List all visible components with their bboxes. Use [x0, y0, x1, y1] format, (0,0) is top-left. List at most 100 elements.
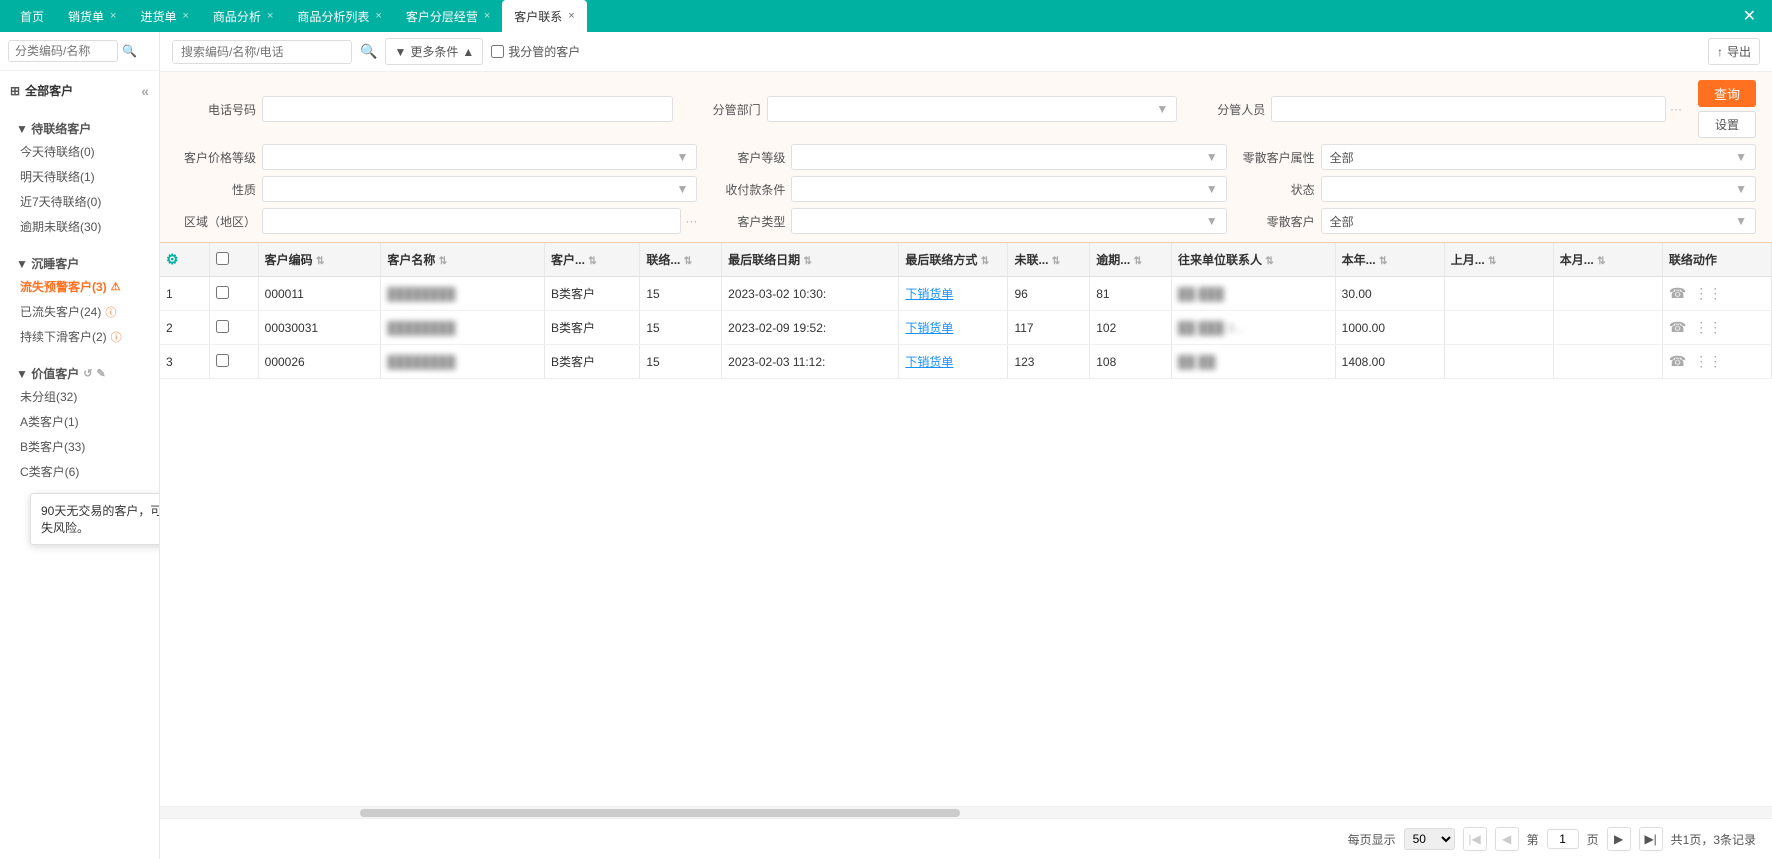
sidebar-item-7days[interactable]: 近7天待联络(0)	[0, 189, 159, 214]
tab-close-sales-order[interactable]: ×	[110, 10, 116, 22]
customer-level-select[interactable]: ▼	[791, 144, 1226, 170]
scroll-thumb[interactable]	[360, 809, 960, 817]
settings-button[interactable]: 设置	[1698, 111, 1756, 138]
filter-search-input[interactable]	[172, 40, 352, 64]
sort-code-icon[interactable]: ⇅	[316, 256, 324, 267]
th-last-method[interactable]: 最后联络方式 ⇅	[899, 243, 1008, 277]
sort-unlinked-icon[interactable]: ⇅	[1052, 256, 1060, 267]
tab-sales-order[interactable]: 销货单 ×	[56, 0, 128, 32]
phone-input[interactable]	[262, 96, 673, 122]
sidebar-item-tomorrow[interactable]: 明天待联络(1)	[0, 164, 159, 189]
tab-goods-analysis-list[interactable]: 商品分析列表 ×	[285, 0, 393, 32]
cell-method-0[interactable]: 下销货单	[899, 277, 1008, 311]
refresh-icon[interactable]: ↺	[83, 367, 92, 380]
my-customers-checkbox[interactable]	[491, 45, 504, 58]
first-page-btn[interactable]: |◀	[1463, 827, 1487, 851]
export-button[interactable]: ↑ 导出	[1708, 38, 1760, 65]
sort-contact-icon[interactable]: ⇅	[1265, 256, 1273, 267]
action-contact-icon-0[interactable]: ☎	[1669, 285, 1686, 302]
cell-method-1[interactable]: 下销货单	[899, 311, 1008, 345]
row-checkbox-2[interactable]	[216, 354, 229, 367]
query-button[interactable]: 查询	[1698, 80, 1756, 107]
sort-lastmon-icon[interactable]: ⇅	[1488, 256, 1496, 267]
sort-year-icon[interactable]: ⇅	[1379, 256, 1387, 267]
th-overdue[interactable]: 逾期... ⇅	[1090, 243, 1172, 277]
edit-icon[interactable]: ✎	[96, 367, 105, 380]
next-page-btn[interactable]: ▶	[1607, 827, 1631, 851]
filter-search-button[interactable]: 🔍	[360, 43, 377, 60]
sidebar-dormant-header[interactable]: ▼ 沉睡客户	[0, 251, 159, 274]
th-unlinked[interactable]: 未联... ⇅	[1008, 243, 1090, 277]
customer-type-select[interactable]: ▼	[791, 208, 1226, 234]
action-menu-icon-0[interactable]: ⋮⋮	[1694, 285, 1722, 302]
th-last-date[interactable]: 最后联络日期 ⇅	[722, 243, 899, 277]
tab-close-customer-contact[interactable]: ×	[568, 10, 574, 22]
manager-input[interactable]	[1271, 96, 1666, 122]
sort-date-icon[interactable]: ⇅	[804, 256, 812, 267]
action-contact-icon-2[interactable]: ☎	[1669, 353, 1686, 370]
th-code[interactable]: 客户编码 ⇅	[258, 243, 381, 277]
tab-goods-analysis[interactable]: 商品分析 ×	[201, 0, 285, 32]
payment-select[interactable]: ▼	[791, 176, 1226, 202]
sidebar-all-customers[interactable]: ⊞ 全部客户 «	[0, 77, 159, 104]
th-year-amount[interactable]: 本年... ⇅	[1335, 243, 1444, 277]
zero-customer-select[interactable]: 全部 ▼	[1321, 208, 1756, 234]
th-this-month[interactable]: 本月... ⇅	[1553, 243, 1662, 277]
cell-checkbox-0[interactable]	[209, 277, 258, 311]
sidebar-item-declining[interactable]: 持续下滑客户(2) ⓘ	[0, 324, 159, 349]
sidebar-item-overdue[interactable]: 逾期未联络(30)	[0, 214, 159, 239]
tab-purchase-order[interactable]: 进货单 ×	[128, 0, 200, 32]
action-contact-icon-1[interactable]: ☎	[1669, 319, 1686, 336]
area-dots[interactable]: ···	[685, 214, 697, 228]
tab-close-customer-segment[interactable]: ×	[484, 10, 490, 22]
sidebar-search-icon[interactable]: 🔍	[122, 44, 137, 58]
sidebar-value-header[interactable]: ▼ 价值客户 ↺ ✎	[0, 361, 159, 384]
th-link-count[interactable]: 联络... ⇅	[640, 243, 722, 277]
tab-home[interactable]: 首页	[8, 0, 56, 32]
action-menu-icon-1[interactable]: ⋮⋮	[1694, 319, 1722, 336]
cell-method-2[interactable]: 下销货单	[899, 345, 1008, 379]
tab-customer-segment[interactable]: 客户分层经营 ×	[394, 0, 502, 32]
filter-more-conditions[interactable]: ▼ 更多条件 ▲	[385, 38, 483, 65]
th-settings[interactable]: ⚙	[160, 243, 209, 277]
th-checkbox[interactable]	[209, 243, 258, 277]
per-page-select[interactable]: 50 100	[1404, 828, 1455, 850]
tab-close-goods-analysis[interactable]: ×	[267, 10, 273, 22]
sidebar-item-churn-warning[interactable]: 流失预警客户(3) ⚠	[0, 274, 159, 299]
sidebar-item-ungrouped[interactable]: 未分组(32)	[0, 384, 159, 409]
last-page-btn[interactable]: ▶|	[1639, 827, 1663, 851]
sidebar-item-c-class[interactable]: C类客户(6)	[0, 459, 159, 484]
my-customers-checkbox-label[interactable]: 我分管的客户	[491, 43, 580, 60]
sidebar-item-churned[interactable]: 已流失客户(24) ⓘ	[0, 299, 159, 324]
action-menu-icon-2[interactable]: ⋮⋮	[1694, 353, 1722, 370]
prev-page-btn[interactable]: ◀	[1495, 827, 1519, 851]
th-last-month[interactable]: 上月... ⇅	[1444, 243, 1553, 277]
tab-customer-contact[interactable]: 客户联系 ×	[502, 0, 586, 32]
sort-link-icon[interactable]: ⇅	[684, 256, 692, 267]
select-all-checkbox[interactable]	[216, 252, 229, 265]
sort-method-icon[interactable]: ⇅	[981, 256, 989, 267]
dept-select[interactable]: ▼	[767, 96, 1178, 122]
cell-checkbox-2[interactable]	[209, 345, 258, 379]
cell-checkbox-1[interactable]	[209, 311, 258, 345]
th-name[interactable]: 客户名称 ⇅	[381, 243, 545, 277]
th-contact[interactable]: 往来单位联系人 ⇅	[1172, 243, 1336, 277]
sidebar-item-today[interactable]: 今天待联络(0)	[0, 139, 159, 164]
window-close-button[interactable]: ✕	[1735, 6, 1764, 26]
tab-close-goods-analysis-list[interactable]: ×	[375, 10, 381, 22]
area-input[interactable]	[262, 208, 681, 234]
sort-name-icon[interactable]: ⇅	[439, 256, 447, 267]
sidebar-item-b-class[interactable]: B类客户(33)	[0, 434, 159, 459]
sidebar-item-a-class[interactable]: A类客户(1)	[0, 409, 159, 434]
th-type[interactable]: 客户... ⇅	[544, 243, 639, 277]
row-checkbox-1[interactable]	[216, 320, 229, 333]
nature-select[interactable]: ▼	[262, 176, 697, 202]
status-select[interactable]: ▼	[1321, 176, 1756, 202]
sidebar-search-input[interactable]	[8, 40, 118, 62]
tab-close-purchase-order[interactable]: ×	[182, 10, 188, 22]
sort-overdue-icon[interactable]: ⇅	[1134, 256, 1142, 267]
page-number-input[interactable]	[1547, 829, 1579, 849]
horizontal-scrollbar[interactable]	[160, 806, 1772, 818]
sidebar-collapse-btn[interactable]: «	[141, 83, 149, 99]
price-level-select[interactable]: ▼	[262, 144, 697, 170]
